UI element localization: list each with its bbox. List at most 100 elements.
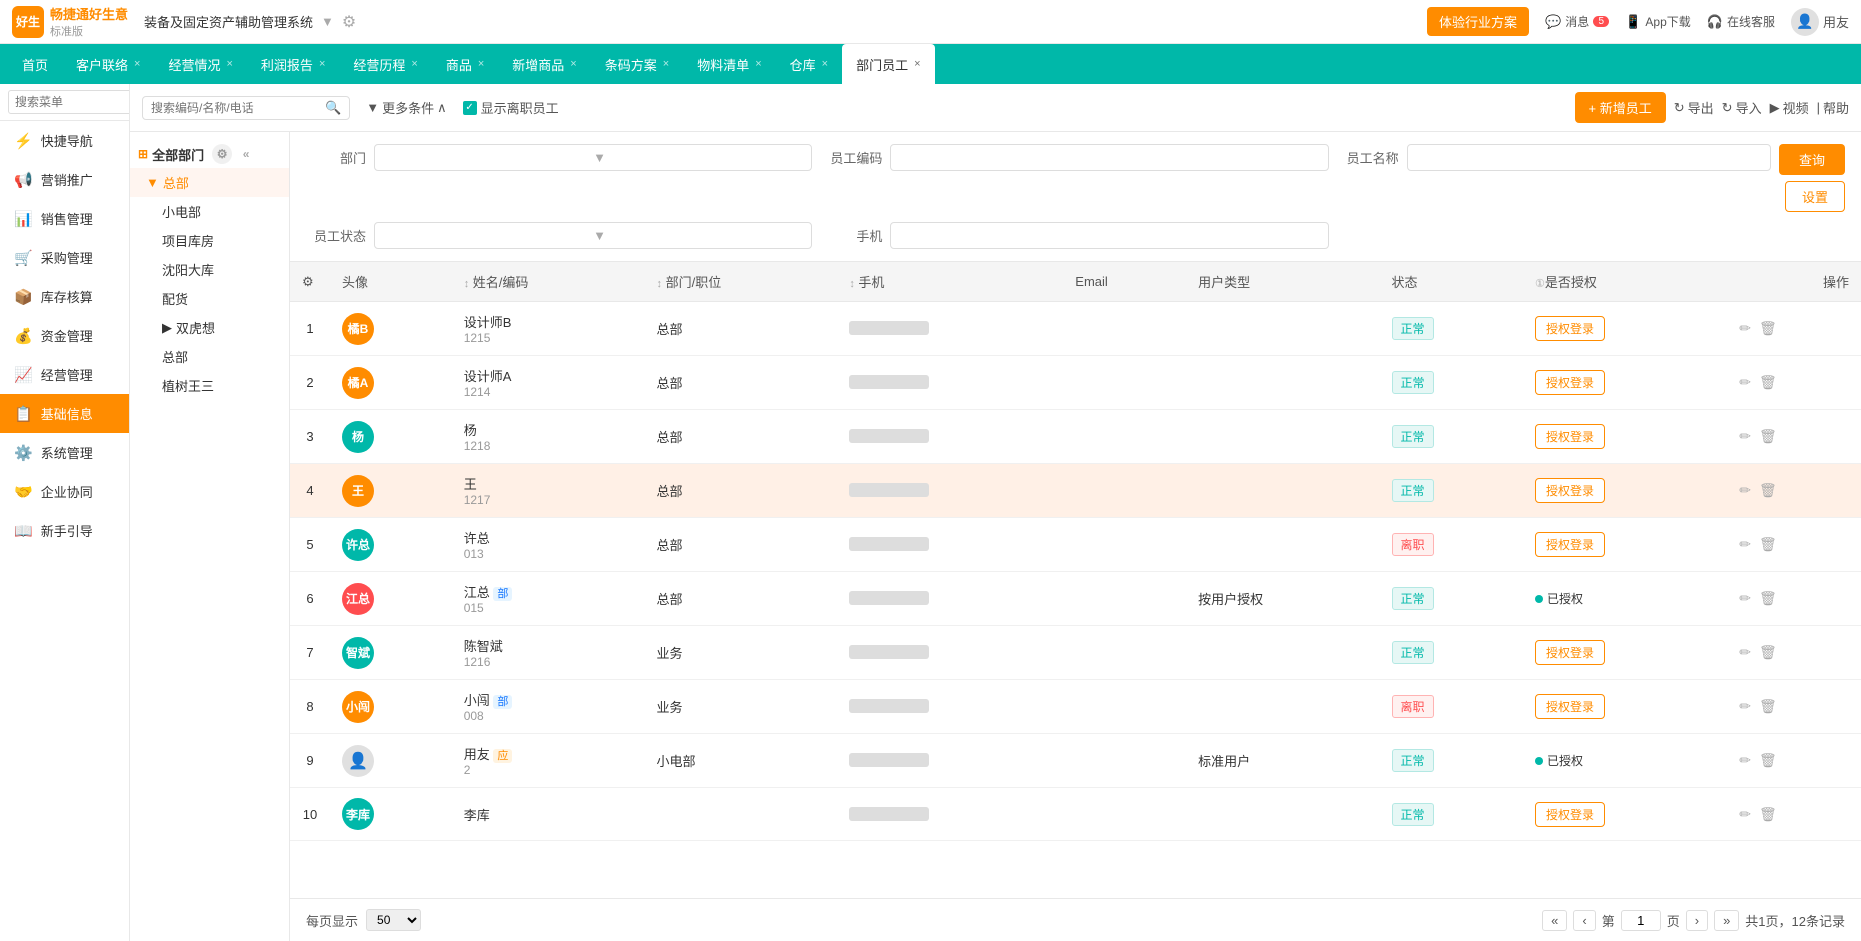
show-resigned-checkbox[interactable]: ✓ [463, 101, 477, 115]
view-button[interactable]: ▶ 视频 [1770, 98, 1809, 117]
sidebar-item-base-info[interactable]: 📋 基础信息 [0, 394, 129, 433]
status-filter-select[interactable]: ▼ [374, 222, 812, 249]
delete-icon[interactable]: 🗑 [1759, 374, 1777, 391]
close-icon[interactable]: × [755, 58, 761, 70]
tab-barcode[interactable]: 条码方案× [591, 44, 683, 84]
dept-node-xiaodian[interactable]: 小电部 [154, 197, 289, 226]
next-page-button[interactable]: › [1686, 910, 1708, 931]
user-action[interactable]: 👤 用友 [1791, 8, 1849, 36]
dept-node-hq2[interactable]: 总部 [154, 342, 289, 371]
settings-icon[interactable]: ⚙ [342, 12, 356, 32]
auth-button[interactable]: 授权登录 [1535, 694, 1605, 719]
sidebar-item-purchase[interactable]: 🛒 采购管理 [0, 238, 129, 277]
add-employee-button[interactable]: + 新增员工 [1575, 92, 1666, 123]
dept-filter-select[interactable]: ▼ [374, 144, 812, 171]
sidebar-item-finance[interactable]: 💰 资金管理 [0, 316, 129, 355]
sidebar-item-operations[interactable]: 📈 经营管理 [0, 355, 129, 394]
edit-icon[interactable]: ✏ [1739, 698, 1751, 715]
dept-node-shenyang[interactable]: 沈阳大库 [154, 255, 289, 284]
query-button[interactable]: 查询 [1779, 144, 1845, 175]
auth-button[interactable]: 授权登录 [1535, 316, 1605, 341]
settings-icon[interactable]: ⚙ [302, 274, 314, 289]
sidebar-item-sales[interactable]: 📊 销售管理 [0, 199, 129, 238]
delete-icon[interactable]: 🗑 [1759, 482, 1777, 499]
tab-dept-staff[interactable]: 部门员工× [842, 44, 934, 84]
message-action[interactable]: 💬 消息 5 [1545, 13, 1609, 30]
dept-node-headquarter[interactable]: ▼ 总部 [130, 168, 289, 197]
page-size-select[interactable]: 50 100 200 [366, 909, 421, 931]
import-button[interactable]: ↻ 导入 [1722, 98, 1762, 117]
delete-icon[interactable]: 🗑 [1759, 428, 1777, 445]
close-icon[interactable]: × [570, 58, 576, 70]
dept-gear-icon[interactable]: ⚙ [212, 144, 232, 164]
edit-icon[interactable]: ✏ [1739, 536, 1751, 553]
tab-new-goods[interactable]: 新增商品× [498, 44, 590, 84]
online-service-action[interactable]: 🎧 在线客服 [1707, 13, 1775, 30]
delete-icon[interactable]: 🗑 [1759, 536, 1777, 553]
auth-button[interactable]: 授权登录 [1535, 802, 1605, 827]
edit-icon[interactable]: ✏ [1739, 644, 1751, 661]
edit-icon[interactable]: ✏ [1739, 374, 1751, 391]
sidebar-item-marketing[interactable]: 📢 营销推广 [0, 160, 129, 199]
more-conditions-button[interactable]: ▼ 更多条件 ∧ [358, 94, 454, 121]
auth-button[interactable]: 授权登录 [1535, 640, 1605, 665]
edit-icon[interactable]: ✏ [1739, 482, 1751, 499]
tab-warehouse[interactable]: 仓库× [776, 44, 842, 84]
sidebar-search-input[interactable] [8, 90, 130, 114]
dept-node-distribution[interactable]: 配货 [154, 284, 289, 313]
dept-node-project[interactable]: 项目库房 [154, 226, 289, 255]
export-button[interactable]: ↻ 导出 [1674, 98, 1714, 117]
sidebar-item-collab[interactable]: 🤝 企业协同 [0, 472, 129, 511]
auth-button[interactable]: 授权登录 [1535, 532, 1605, 557]
edit-icon[interactable]: ✏ [1739, 320, 1751, 337]
close-icon[interactable]: × [478, 58, 484, 70]
emp-code-input[interactable] [890, 144, 1328, 171]
delete-icon[interactable]: 🗑 [1759, 320, 1777, 337]
experience-button[interactable]: 体验行业方案 [1427, 7, 1529, 36]
sidebar-item-quick-nav[interactable]: ⚡ 快捷导航 [0, 121, 129, 160]
system-title-dropdown-icon[interactable]: ▼ [321, 14, 334, 29]
tab-customer[interactable]: 客户联络× [62, 44, 154, 84]
tab-materials[interactable]: 物料清单× [683, 44, 775, 84]
edit-icon[interactable]: ✏ [1739, 428, 1751, 445]
tab-history[interactable]: 经营历程× [339, 44, 431, 84]
page-number-input[interactable] [1621, 910, 1661, 931]
sidebar-item-system[interactable]: ⚙️ 系统管理 [0, 433, 129, 472]
set-button[interactable]: 设置 [1785, 181, 1845, 212]
last-page-button[interactable]: » [1714, 910, 1739, 931]
close-icon[interactable]: × [822, 58, 828, 70]
edit-icon[interactable]: ✏ [1739, 590, 1751, 607]
tab-goods[interactable]: 商品× [432, 44, 498, 84]
prev-page-button[interactable]: ‹ [1573, 910, 1595, 931]
emp-name-input[interactable] [1407, 144, 1771, 171]
first-page-button[interactable]: « [1542, 910, 1567, 931]
auth-button[interactable]: 授权登录 [1535, 370, 1605, 395]
close-icon[interactable]: × [411, 58, 417, 70]
show-resigned-label[interactable]: ✓ 显示离职员工 [463, 98, 559, 117]
auth-button[interactable]: 授权登录 [1535, 478, 1605, 503]
edit-icon[interactable]: ✏ [1739, 806, 1751, 823]
tab-profit[interactable]: 利润报告× [247, 44, 339, 84]
close-icon[interactable]: × [663, 58, 669, 70]
tab-operation[interactable]: 经营情况× [154, 44, 246, 84]
dept-node-zhishu[interactable]: 植树王三 [154, 371, 289, 400]
collapse-button[interactable]: « [236, 144, 256, 164]
app-download-action[interactable]: 📱 App下载 [1625, 13, 1691, 30]
dept-node-shuanghu[interactable]: ▶ 双虎想 [154, 313, 289, 342]
search-input[interactable] [151, 101, 321, 115]
help-button[interactable]: | 帮助 [1817, 98, 1849, 117]
delete-icon[interactable]: 🗑 [1759, 752, 1777, 769]
close-icon[interactable]: × [134, 58, 140, 70]
close-icon[interactable]: × [914, 58, 920, 70]
delete-icon[interactable]: 🗑 [1759, 698, 1777, 715]
delete-icon[interactable]: 🗑 [1759, 644, 1777, 661]
close-icon[interactable]: × [226, 58, 232, 70]
phone-input[interactable] [890, 222, 1328, 249]
delete-icon[interactable]: 🗑 [1759, 806, 1777, 823]
delete-icon[interactable]: 🗑 [1759, 590, 1777, 607]
auth-button[interactable]: 授权登录 [1535, 424, 1605, 449]
sidebar-item-inventory[interactable]: 📦 库存核算 [0, 277, 129, 316]
edit-icon[interactable]: ✏ [1739, 752, 1751, 769]
tab-home[interactable]: 首页 [8, 44, 62, 84]
close-icon[interactable]: × [319, 58, 325, 70]
